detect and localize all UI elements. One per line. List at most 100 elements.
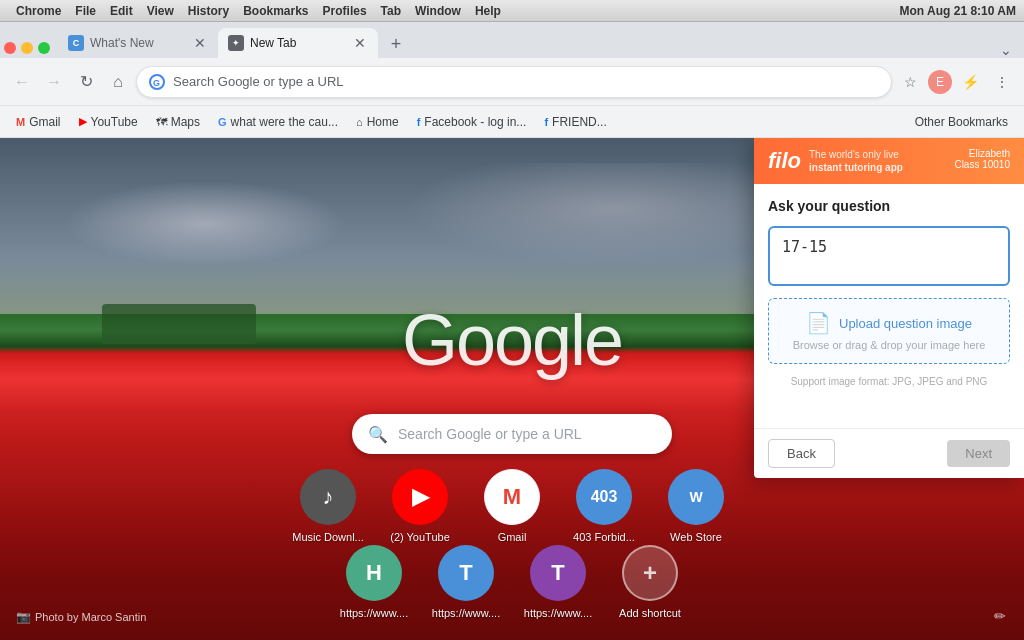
tab-whats-new[interactable]: C What's New ✕ <box>58 28 218 58</box>
shortcut-youtube[interactable]: ▶ (2) YouTube <box>384 469 456 543</box>
chrome-omnibar: ← → ↻ ⌂ G Search Google or type a URL ☆ … <box>0 58 1024 106</box>
youtube-icon: ▶ <box>79 115 87 128</box>
tab-menu-btn[interactable]: ⌄ <box>1000 42 1012 58</box>
filo-question-input[interactable]: 17-15 <box>768 226 1010 286</box>
bookmark-facebook-label: Facebook - log in... <box>424 115 526 129</box>
search-icon: 🔍 <box>368 425 388 444</box>
close-tab-1-btn[interactable]: ✕ <box>192 33 208 53</box>
home-icon: ⌂ <box>356 116 363 128</box>
bookmark-btn[interactable]: ☆ <box>896 68 924 96</box>
filo-logo: filo <box>768 148 801 174</box>
filo-footer: Back Next <box>754 428 1024 478</box>
filo-upload-area[interactable]: 📄 Upload question image Browse or drag &… <box>768 298 1010 364</box>
menu-bookmarks[interactable]: Bookmarks <box>243 4 308 18</box>
tab-title-whats-new: What's New <box>90 36 186 50</box>
mac-titlebar: Chrome File Edit View History Bookmarks … <box>0 0 1024 22</box>
menu-edit[interactable]: Edit <box>110 4 133 18</box>
menu-help[interactable]: Help <box>475 4 501 18</box>
main-content: Google 🔍 Search Google or type a URL ♪ M… <box>0 138 1024 640</box>
shortcut-webstore[interactable]: W Web Store <box>660 469 732 543</box>
gmail-icon: M <box>16 116 25 128</box>
bookmark-friend[interactable]: f FRIEND... <box>536 113 614 131</box>
page-search-text: Search Google or type a URL <box>398 426 656 442</box>
filo-back-btn[interactable]: Back <box>768 439 835 468</box>
customize-btn[interactable]: ✏ <box>988 604 1012 628</box>
svg-text:G: G <box>153 78 160 88</box>
shortcut-add-icon: + <box>622 545 678 601</box>
filo-upload-sub: Browse or drag & drop your image here <box>793 339 986 351</box>
photo-credit: 📷 Photo by Marco Santin <box>16 610 146 624</box>
tab-new-tab[interactable]: ✦ New Tab ✕ <box>218 28 378 58</box>
page-search-bar[interactable]: 🔍 Search Google or type a URL <box>352 414 672 454</box>
omnibar-input-wrap[interactable]: G Search Google or type a URL <box>136 66 892 98</box>
other-bookmarks[interactable]: Other Bookmarks <box>907 113 1016 131</box>
bookmark-facebook[interactable]: f Facebook - log in... <box>409 113 535 131</box>
menu-window[interactable]: Window <box>415 4 461 18</box>
shortcut-music-icon: ♪ <box>300 469 356 525</box>
omnibar-actions: ☆ E ⚡ ⋮ <box>896 68 1016 96</box>
maximize-window-btn[interactable] <box>38 42 50 54</box>
filo-header: filo The world's only live instant tutor… <box>754 138 1024 184</box>
new-tab-btn[interactable]: + <box>382 30 410 58</box>
google-icon: G <box>149 74 165 90</box>
extensions-btn[interactable]: ⚡ <box>956 68 984 96</box>
shortcut-forbidden[interactable]: 403 403 Forbid... <box>568 469 640 543</box>
filo-user-name: Elizabeth <box>954 148 1010 159</box>
filo-next-btn[interactable]: Next <box>947 440 1010 467</box>
menu-profiles[interactable]: Profiles <box>323 4 367 18</box>
filo-upload-label: Upload question image <box>839 316 972 331</box>
shortcut-forbidden-icon: 403 <box>576 469 632 525</box>
shortcut-gmail-label: Gmail <box>498 531 527 543</box>
home-btn[interactable]: ⌂ <box>104 68 132 96</box>
shortcut-t2[interactable]: T https://www.... <box>522 545 594 619</box>
bookmark-maps[interactable]: 🗺 Maps <box>148 113 208 131</box>
bookmark-friend-label: FRIEND... <box>552 115 607 129</box>
bookmark-gmail-label: Gmail <box>29 115 60 129</box>
shortcut-webstore-label: Web Store <box>670 531 722 543</box>
menu-chrome[interactable]: Chrome <box>16 4 61 18</box>
tab-title-new-tab: New Tab <box>250 36 346 50</box>
minimize-window-btn[interactable] <box>21 42 33 54</box>
chrome-tabs-bar: C What's New ✕ ✦ New Tab ✕ + ⌄ <box>0 22 1024 58</box>
shortcut-youtube-icon: ▶ <box>392 469 448 525</box>
bookmarks-bar: M Gmail ▶ YouTube 🗺 Maps G what were the… <box>0 106 1024 138</box>
shortcut-gmail-icon: M <box>484 469 540 525</box>
shortcut-t1[interactable]: T https://www.... <box>430 545 502 619</box>
filo-logo-area: filo The world's only live instant tutor… <box>768 148 903 174</box>
bookmark-gmail[interactable]: M Gmail <box>8 113 69 131</box>
shortcut-music[interactable]: ♪ Music Downl... <box>292 469 364 543</box>
filo-tagline: The world's only live instant tutoring a… <box>809 148 903 174</box>
menu-view[interactable]: View <box>147 4 174 18</box>
tab-controls: ⌄ <box>1000 42 1020 58</box>
bookmark-youtube[interactable]: ▶ YouTube <box>71 113 146 131</box>
google-logo: Google <box>402 299 622 381</box>
filo-user-class: Class 10010 <box>954 159 1010 170</box>
filo-ask-label: Ask your question <box>768 198 1010 214</box>
shortcut-forbidden-label: 403 Forbid... <box>573 531 635 543</box>
profile-icon[interactable]: E <box>928 70 952 94</box>
chrome-menu-btn[interactable]: ⋮ <box>988 68 1016 96</box>
forward-btn[interactable]: → <box>40 68 68 96</box>
menu-file[interactable]: File <box>75 4 96 18</box>
filo-body: Ask your question 17-15 📄 Upload questio… <box>754 184 1024 428</box>
menu-history[interactable]: History <box>188 4 229 18</box>
menu-tab[interactable]: Tab <box>381 4 401 18</box>
filo-user-info: Elizabeth Class 10010 <box>954 148 1010 170</box>
close-window-btn[interactable] <box>4 42 16 54</box>
shortcut-gmail[interactable]: M Gmail <box>476 469 548 543</box>
tab-favicon-new-tab: ✦ <box>228 35 244 51</box>
bookmark-home[interactable]: ⌂ Home <box>348 113 407 131</box>
shortcut-music-label: Music Downl... <box>292 531 364 543</box>
bookmark-what[interactable]: G what were the cau... <box>210 113 346 131</box>
reload-btn[interactable]: ↻ <box>72 68 100 96</box>
upload-icon: 📄 <box>806 311 831 335</box>
filo-tagline-line1: The world's only live <box>809 148 903 161</box>
shortcut-h[interactable]: H https://www.... <box>338 545 410 619</box>
back-btn[interactable]: ← <box>8 68 36 96</box>
shortcut-add[interactable]: + Add shortcut <box>614 545 686 619</box>
mac-menu: Chrome File Edit View History Bookmarks … <box>16 4 501 18</box>
close-tab-2-btn[interactable]: ✕ <box>352 33 368 53</box>
shortcuts-grid-2: H https://www.... T https://www.... T ht… <box>338 545 686 619</box>
maps-icon: 🗺 <box>156 116 167 128</box>
shortcut-t2-icon: T <box>530 545 586 601</box>
